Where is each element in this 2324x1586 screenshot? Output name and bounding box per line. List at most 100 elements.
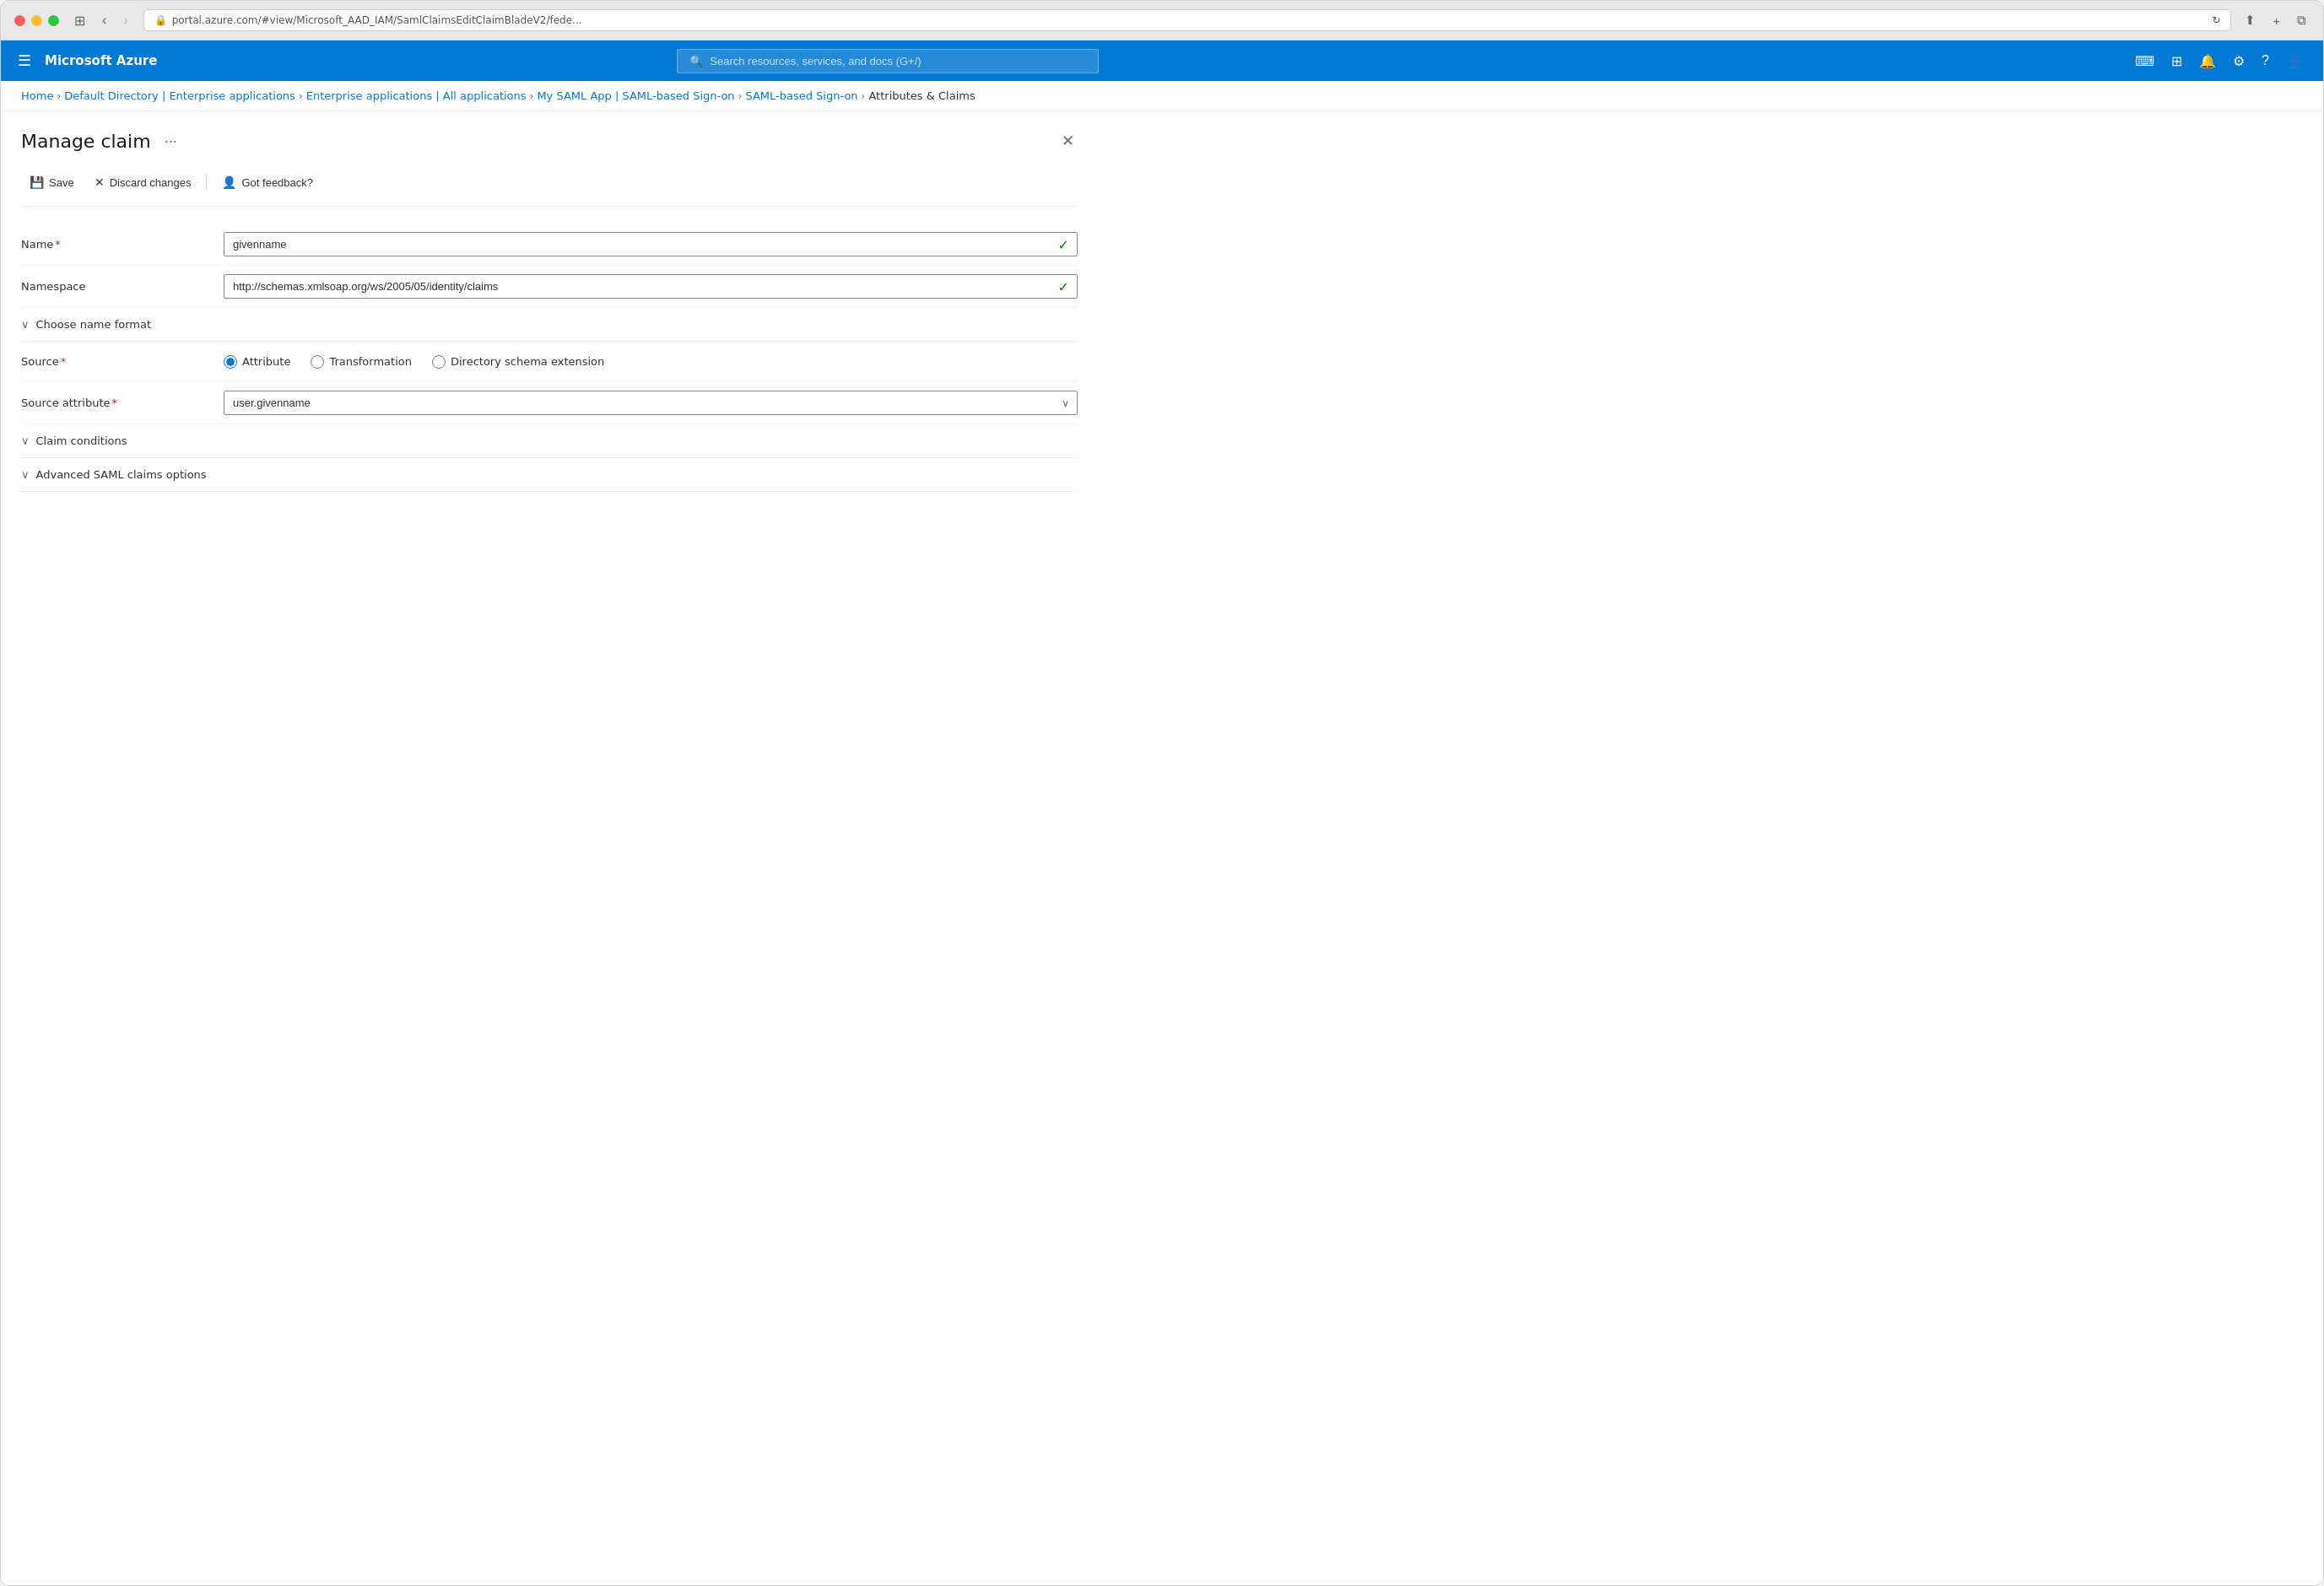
- address-bar[interactable]: 🔒 portal.azure.com/#view/Microsoft_AAD_I…: [143, 9, 2232, 31]
- source-radio-group: Attribute Transformation Directory schem…: [224, 355, 1078, 369]
- azure-logo: Microsoft Azure: [45, 53, 157, 68]
- toolbar: 💾 Save ✕ Discard changes 👤 Got feedback?: [21, 170, 1078, 207]
- source-row: Source * Attribute Transformation: [21, 342, 1078, 382]
- browser-navigation: ⊞ ‹ ›: [69, 11, 133, 30]
- settings-button[interactable]: ⚙: [2226, 46, 2251, 76]
- back-button[interactable]: ‹: [97, 11, 111, 30]
- extensions-button[interactable]: ⧉: [2294, 9, 2310, 31]
- breadcrumb-saml-app[interactable]: My SAML App | SAML-based Sign-on: [537, 89, 734, 102]
- search-input[interactable]: [710, 55, 1086, 67]
- breadcrumb-sep-2: ›: [299, 90, 303, 102]
- advanced-saml-chevron: ∨: [21, 468, 30, 481]
- choose-name-format-label: Choose name format: [36, 318, 152, 331]
- panel-header: Manage claim ··· ✕: [21, 128, 1078, 154]
- notifications-button[interactable]: 🔔: [2192, 46, 2223, 76]
- source-directory-option[interactable]: Directory schema extension: [432, 355, 604, 369]
- more-options-button[interactable]: ···: [159, 131, 182, 152]
- claim-conditions-label: Claim conditions: [36, 434, 127, 447]
- source-attribute-select[interactable]: user.givenname user.surname user.userpri…: [224, 391, 1078, 415]
- discard-icon: ✕: [95, 175, 105, 189]
- source-transformation-radio[interactable]: [311, 355, 324, 369]
- source-attribute-radio[interactable]: [224, 355, 237, 369]
- name-label: Name *: [21, 238, 224, 251]
- lock-icon: 🔒: [154, 14, 167, 26]
- page-title: Manage claim: [21, 131, 151, 152]
- namespace-input[interactable]: [224, 274, 1078, 299]
- close-panel-button[interactable]: ✕: [1058, 128, 1078, 154]
- source-directory-radio[interactable]: [432, 355, 446, 369]
- traffic-lights: [14, 15, 59, 26]
- hamburger-menu-button[interactable]: ☰: [14, 48, 35, 73]
- maximize-traffic-light[interactable]: [48, 15, 59, 26]
- choose-name-format-chevron: ∨: [21, 318, 30, 331]
- name-required-indicator: *: [55, 238, 61, 251]
- panel-title-row: Manage claim ···: [21, 131, 182, 152]
- manage-claim-panel: Manage claim ··· ✕ 💾 Save ✕ Discard chan…: [1, 111, 1098, 509]
- discard-button[interactable]: ✕ Discard changes: [86, 170, 200, 194]
- minimize-traffic-light[interactable]: [31, 15, 42, 26]
- namespace-input-container: ✓: [224, 274, 1078, 299]
- namespace-label: Namespace: [21, 280, 224, 293]
- feedback-label: Got feedback?: [241, 176, 313, 189]
- breadcrumb-saml-sign-on[interactable]: SAML-based Sign-on: [745, 89, 857, 102]
- source-attribute-row: Source attribute * user.givenname user.s…: [21, 382, 1078, 424]
- cloud-shell-button[interactable]: ⌨: [2128, 46, 2161, 76]
- main-content: Manage claim ··· ✕ 💾 Save ✕ Discard chan…: [1, 111, 2323, 1585]
- claim-conditions-row[interactable]: ∨ Claim conditions: [21, 424, 1078, 458]
- feedback-button[interactable]: 👤 Got feedback?: [213, 170, 322, 194]
- source-attribute-field-wrapper: user.givenname user.surname user.userpri…: [224, 391, 1078, 415]
- share-button[interactable]: ⬆: [2241, 9, 2259, 31]
- form-section: Name * ✓ Namespace: [21, 224, 1078, 492]
- directory-button[interactable]: ⊞: [2165, 46, 2189, 76]
- discard-label: Discard changes: [110, 176, 192, 189]
- sidebar-toggle-button[interactable]: ⊞: [69, 11, 90, 30]
- name-field-wrapper: ✓: [224, 232, 1078, 256]
- help-button[interactable]: ?: [2255, 46, 2276, 75]
- namespace-check-icon: ✓: [1058, 278, 1069, 294]
- source-attribute-option[interactable]: Attribute: [224, 355, 290, 369]
- source-transformation-option[interactable]: Transformation: [311, 355, 412, 369]
- refresh-icon[interactable]: ↻: [2212, 14, 2220, 26]
- source-attribute-select-wrapper: user.givenname user.surname user.userpri…: [224, 391, 1078, 415]
- account-button[interactable]: 👤: [2279, 46, 2310, 76]
- breadcrumb-sep-4: ›: [738, 90, 743, 102]
- forward-button[interactable]: ›: [118, 11, 132, 30]
- topbar-icons: ⌨ ⊞ 🔔 ⚙ ? 👤: [2128, 46, 2310, 76]
- source-attribute-label: Source attribute *: [21, 396, 224, 409]
- breadcrumb-current: Attributes & Claims: [868, 89, 975, 102]
- breadcrumb-sep-3: ›: [530, 90, 534, 102]
- namespace-row: Namespace ✓: [21, 266, 1078, 308]
- breadcrumb-sep-1: ›: [57, 90, 61, 102]
- name-check-icon: ✓: [1058, 236, 1069, 252]
- name-input[interactable]: [224, 232, 1078, 256]
- browser-titlebar: ⊞ ‹ › 🔒 portal.azure.com/#view/Microsoft…: [1, 1, 2323, 40]
- breadcrumb-default-directory[interactable]: Default Directory | Enterprise applicati…: [64, 89, 295, 102]
- url-text: portal.azure.com/#view/Microsoft_AAD_IAM…: [172, 14, 582, 26]
- breadcrumb: Home › Default Directory | Enterprise ap…: [1, 81, 2323, 111]
- source-attribute-label: Attribute: [242, 355, 290, 368]
- breadcrumb-home[interactable]: Home: [21, 89, 53, 102]
- source-options: Attribute Transformation Directory schem…: [224, 355, 1078, 369]
- toolbar-separator: [206, 174, 207, 191]
- source-label: Source *: [21, 355, 224, 368]
- advanced-saml-row[interactable]: ∨ Advanced SAML claims options: [21, 458, 1078, 492]
- new-tab-button[interactable]: +: [2269, 10, 2283, 31]
- name-input-container: ✓: [224, 232, 1078, 256]
- source-required-indicator: *: [61, 355, 67, 368]
- feedback-icon: 👤: [222, 175, 236, 189]
- azure-topbar: ☰ Microsoft Azure 🔍 ⌨ ⊞ 🔔 ⚙ ? 👤: [1, 40, 2323, 81]
- choose-name-format-row[interactable]: ∨ Choose name format: [21, 308, 1078, 342]
- namespace-field-wrapper: ✓: [224, 274, 1078, 299]
- search-icon: 🔍: [689, 55, 703, 67]
- source-directory-label: Directory schema extension: [451, 355, 604, 368]
- source-transformation-label: Transformation: [329, 355, 412, 368]
- save-button[interactable]: 💾 Save: [21, 170, 83, 194]
- claim-conditions-chevron: ∨: [21, 434, 30, 447]
- name-row: Name * ✓: [21, 224, 1078, 266]
- save-label: Save: [49, 176, 74, 189]
- advanced-saml-label: Advanced SAML claims options: [36, 468, 207, 481]
- breadcrumb-enterprise-apps[interactable]: Enterprise applications | All applicatio…: [306, 89, 527, 102]
- global-search[interactable]: 🔍: [677, 49, 1099, 73]
- close-traffic-light[interactable]: [14, 15, 25, 26]
- breadcrumb-sep-5: ›: [862, 90, 866, 102]
